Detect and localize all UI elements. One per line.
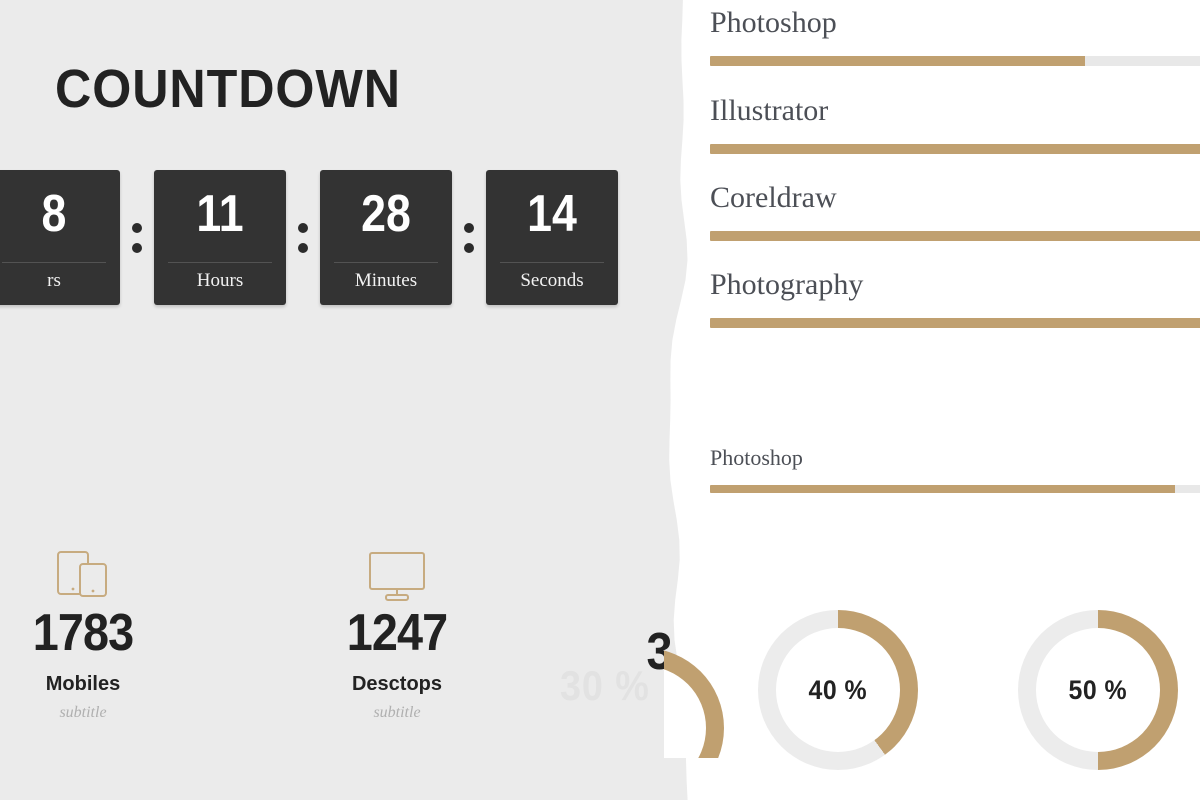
- skill-label: Photoshop: [710, 6, 837, 39]
- countdown-value-days: 8: [41, 185, 67, 243]
- countdown-value-minutes: 28: [361, 185, 411, 243]
- counter-label: Desctops: [351, 673, 443, 695]
- mobile-devices-icon: [0, 545, 188, 605]
- counter-value: 1247: [346, 604, 448, 662]
- dashboard-stage: COUNTDOWN 8 rs 11 Hours 28 Minutes 14 Seconds 1…: [0, 0, 1200, 800]
- desktop-monitor-icon: [292, 545, 502, 605]
- skill-track: [710, 318, 1200, 328]
- separator-dot-top: [132, 222, 142, 233]
- countdown-value-hours: 11: [196, 185, 244, 243]
- countdown-divider: [2, 262, 106, 263]
- left-panel-content: COUNTDOWN 8 rs 11 Hours 28 Minutes 14 Seconds 1…: [0, 0, 700, 800]
- countdown-box-minutes: 28 Minutes: [320, 170, 452, 305]
- counter-mobiles: 1783 Mobiles subtitle: [0, 545, 188, 722]
- donut-percent-label: 50 %: [1068, 674, 1128, 705]
- donut-percent-label: 40 %: [808, 674, 868, 705]
- skill-label: Coreldraw: [710, 181, 837, 214]
- countdown-divider: [168, 262, 272, 263]
- countdown-title: COUNTDOWN: [55, 59, 401, 119]
- right-panel: Photoshop Illustrator Coreldraw Photography…: [700, 0, 1200, 800]
- skill-fill: [710, 56, 1086, 66]
- ghost-percent-watermark: 30 %: [559, 662, 650, 709]
- countdown-box-days: 8 rs: [0, 170, 120, 305]
- skill-track: [710, 144, 1200, 154]
- skill-track: [710, 56, 1200, 66]
- skill-label: Photoshop: [710, 445, 803, 470]
- skill-bar-small-photoshop: Photoshop: [710, 447, 1200, 493]
- skill-bar-photography: Photography: [710, 270, 1200, 328]
- countdown-divider: [334, 262, 438, 263]
- skill-fill: [710, 485, 1175, 493]
- left-panel: COUNTDOWN 8 rs 11 Hours 28 Minutes 14 Seconds 1…: [0, 0, 700, 800]
- countdown-timer: 8 rs 11 Hours 28 Minutes 14 Seconds: [0, 170, 618, 305]
- skill-label: Illustrator: [710, 94, 829, 127]
- countdown-label-days: rs: [47, 270, 61, 291]
- donut-gauge-40: 40 %: [758, 610, 918, 770]
- skill-label: Photography: [710, 268, 864, 301]
- separator-dot-bottom: [132, 242, 142, 253]
- countdown-box-seconds: 14 Seconds: [486, 170, 618, 305]
- skill-bar-coreldraw: Coreldraw: [710, 183, 1200, 241]
- donut-gauge-50: 50 %: [1018, 610, 1178, 770]
- countdown-separator: [120, 222, 154, 253]
- counter-subtitle: subtitle: [373, 704, 421, 721]
- skill-fill: [710, 144, 1200, 154]
- countdown-value-seconds: 14: [527, 185, 577, 243]
- counter-subtitle: subtitle: [59, 704, 107, 721]
- countdown-label-seconds: Seconds: [520, 270, 584, 291]
- countdown-label-minutes: Minutes: [354, 270, 418, 291]
- countdown-separator: [452, 222, 486, 253]
- donut-center: 50 %: [1036, 628, 1160, 752]
- separator-dot-top: [298, 222, 308, 233]
- donut-arc-fragment: [664, 648, 724, 758]
- separator-dot-bottom: [464, 242, 474, 253]
- skill-track: [710, 231, 1200, 241]
- countdown-box-hours: 11 Hours: [154, 170, 286, 305]
- countdown-separator: [286, 222, 320, 253]
- skill-track: [710, 485, 1200, 493]
- skill-bar-photoshop: Photoshop: [710, 8, 1200, 66]
- skill-bar-illustrator: Illustrator: [710, 96, 1200, 154]
- separator-dot-top: [464, 222, 474, 233]
- countdown-label-hours: Hours: [196, 270, 244, 291]
- separator-dot-bottom: [298, 242, 308, 253]
- skill-fill: [710, 231, 1200, 241]
- donut-center: 40 %: [776, 628, 900, 752]
- counter-desctops: 1247 Desctops subtitle: [292, 545, 502, 722]
- counter-label: Mobiles: [45, 673, 121, 695]
- countdown-divider: [500, 262, 604, 263]
- counter-value: 1783: [32, 604, 134, 662]
- skill-fill: [710, 318, 1200, 328]
